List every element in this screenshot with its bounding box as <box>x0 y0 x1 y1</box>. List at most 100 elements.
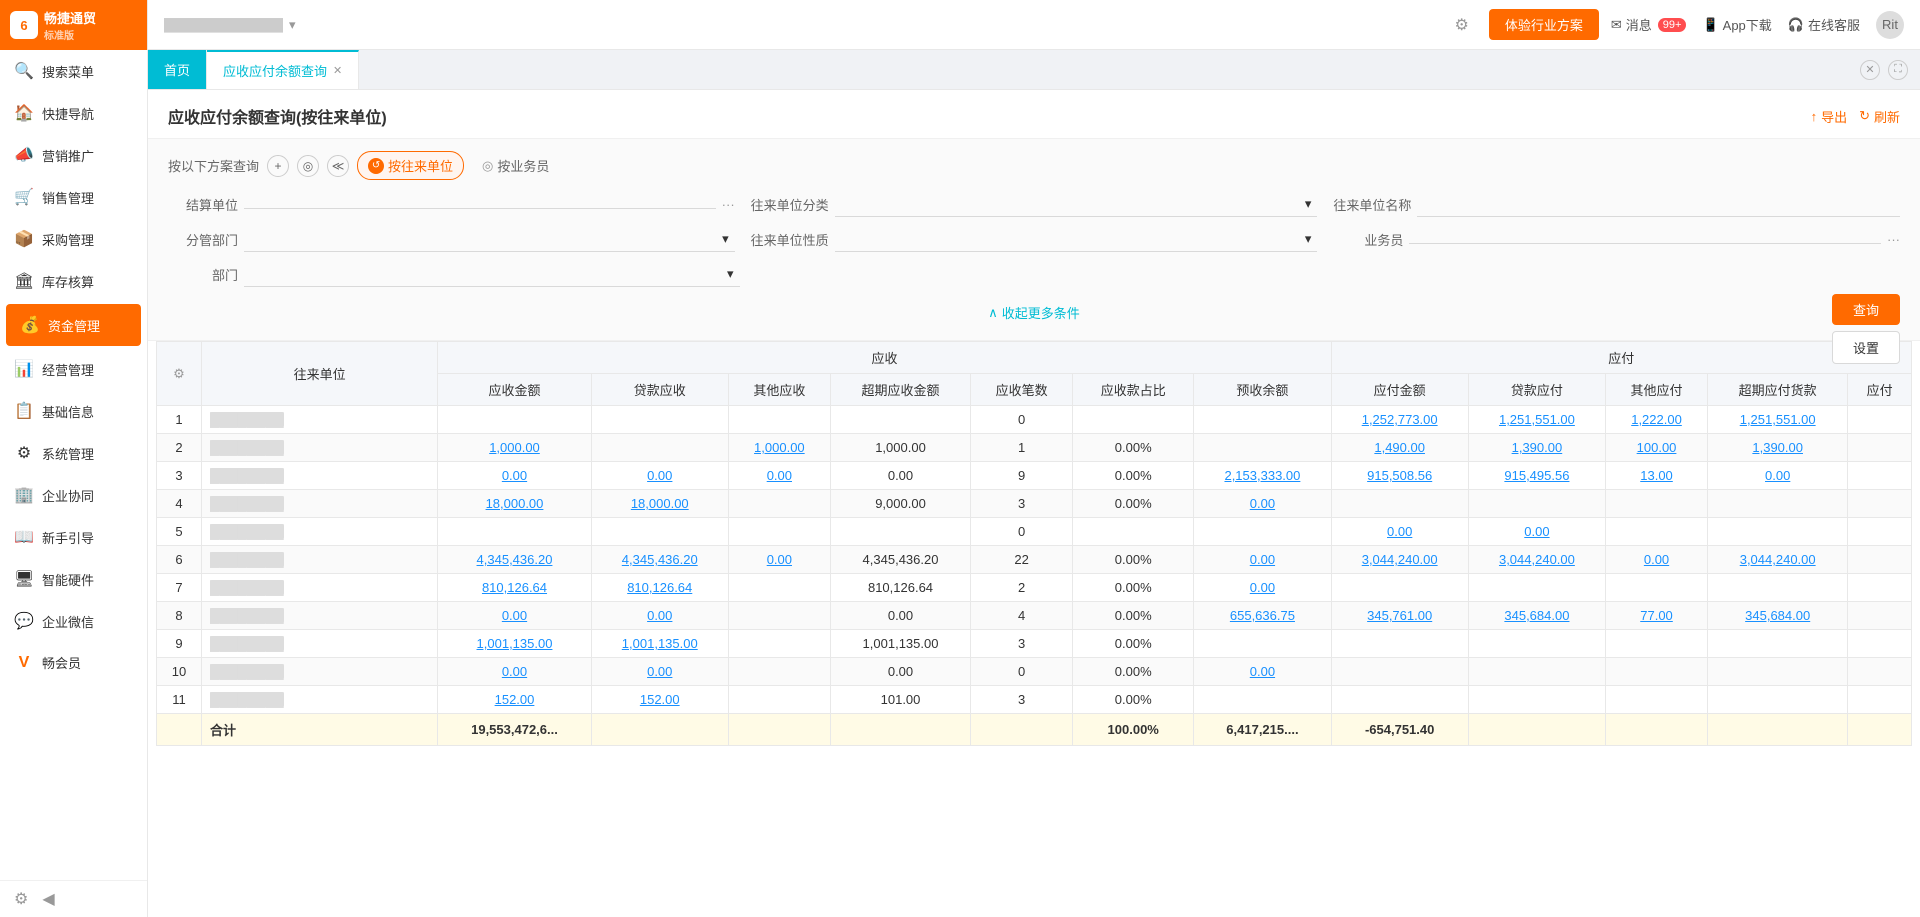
table-cell[interactable]: 1,001,135.00 <box>591 630 728 658</box>
cell-link[interactable]: 1,252,773.00 <box>1362 412 1438 427</box>
table-cell[interactable]: 1,490.00 <box>1331 434 1468 462</box>
table-cell[interactable] <box>1708 518 1848 546</box>
table-cell[interactable] <box>1708 630 1848 658</box>
online-service-action[interactable]: 🎧 在线客服 <box>1788 15 1860 34</box>
export-button[interactable]: ↑ 导出 <box>1811 107 1848 126</box>
table-cell[interactable]: 0.00 <box>438 602 591 630</box>
cell-link[interactable]: 1,222.00 <box>1631 412 1682 427</box>
table-cell[interactable] <box>728 490 830 518</box>
table-cell[interactable] <box>728 518 830 546</box>
cell-link[interactable]: 345,684.00 <box>1504 608 1569 623</box>
table-cell[interactable] <box>1331 574 1468 602</box>
table-cell[interactable] <box>1194 434 1331 462</box>
table-cell[interactable]: 4,345,436.20 <box>591 546 728 574</box>
salesman-input[interactable] <box>1409 235 1881 244</box>
table-cell[interactable] <box>1331 686 1468 714</box>
window-close-button[interactable]: ✕ <box>1860 60 1880 80</box>
refresh-button[interactable]: ↻ 刷新 <box>1859 107 1900 126</box>
cell-link[interactable]: 1,000.00 <box>754 440 805 455</box>
cell-link[interactable]: 345,684.00 <box>1745 608 1810 623</box>
cell-link[interactable]: 0.00 <box>502 608 527 623</box>
table-cell[interactable] <box>1606 490 1708 518</box>
table-cell[interactable]: 0.00 <box>728 462 830 490</box>
table-cell[interactable]: 0.00 <box>1194 658 1331 686</box>
table-cell[interactable] <box>1468 686 1605 714</box>
sidebar-item-wechat[interactable]: 💬 企业微信 <box>0 600 147 642</box>
cell-link[interactable]: 0.00 <box>1387 524 1412 539</box>
table-cell[interactable]: 77.00 <box>1606 602 1708 630</box>
table-cell[interactable]: 1,000.00 <box>728 434 830 462</box>
cell-link[interactable]: 1,001,135.00 <box>477 636 553 651</box>
cell-link[interactable]: 0.00 <box>647 664 672 679</box>
window-maximize-button[interactable]: ⛶ <box>1888 60 1908 80</box>
cell-link[interactable]: 0.00 <box>1765 468 1790 483</box>
table-cell[interactable] <box>438 518 591 546</box>
table-cell[interactable]: 1,390.00 <box>1468 434 1605 462</box>
table-cell[interactable]: 0.00 <box>1708 462 1848 490</box>
solution-button[interactable]: 体验行业方案 <box>1489 9 1599 40</box>
table-cell[interactable] <box>591 406 728 434</box>
cell-link[interactable]: 810,126.64 <box>482 580 547 595</box>
table-cell[interactable]: 1,001,135.00 <box>438 630 591 658</box>
cell-link[interactable]: 18,000.00 <box>631 496 689 511</box>
cell-link[interactable]: 915,508.56 <box>1367 468 1432 483</box>
table-cell[interactable]: 1,000.00 <box>438 434 591 462</box>
company-nature-select[interactable]: ▾ <box>835 227 1318 252</box>
sidebar-item-system[interactable]: ⚙ 系统管理 <box>0 432 147 474</box>
table-cell[interactable] <box>728 658 830 686</box>
table-cell[interactable]: 0.00 <box>1468 518 1605 546</box>
table-cell[interactable]: 1,251,551.00 <box>1468 406 1605 434</box>
cell-link[interactable]: 0.00 <box>647 608 672 623</box>
table-cell[interactable]: 0.00 <box>1194 490 1331 518</box>
cell-link[interactable]: 100.00 <box>1637 440 1677 455</box>
cell-link[interactable]: 0.00 <box>502 664 527 679</box>
sidebar-settings-icon[interactable]: ⚙ <box>14 889 28 909</box>
table-cell[interactable] <box>1606 630 1708 658</box>
table-cell[interactable] <box>1331 490 1468 518</box>
tab-home[interactable]: 首页 <box>148 50 207 89</box>
table-cell[interactable] <box>728 406 830 434</box>
table-cell[interactable]: 0.00 <box>1331 518 1468 546</box>
cell-link[interactable]: 0.00 <box>1250 496 1275 511</box>
dept-manager-select[interactable]: ▾ <box>244 227 735 252</box>
cell-link[interactable]: 1,251,551.00 <box>1740 412 1816 427</box>
table-cell[interactable]: 13.00 <box>1606 462 1708 490</box>
cell-link[interactable]: 0.00 <box>1524 524 1549 539</box>
chevron-down-icon[interactable]: ▾ <box>289 17 296 33</box>
cell-link[interactable]: 1,001,135.00 <box>622 636 698 651</box>
gear-settings-icon[interactable]: ⚙ <box>1455 15 1469 35</box>
cell-link[interactable]: 3,044,240.00 <box>1740 552 1816 567</box>
table-cell[interactable] <box>1606 518 1708 546</box>
table-cell[interactable] <box>1331 630 1468 658</box>
table-cell[interactable]: 0.00 <box>1606 546 1708 574</box>
table-cell[interactable]: 4,345,436.20 <box>438 546 591 574</box>
table-cell[interactable]: 345,761.00 <box>1331 602 1468 630</box>
table-cell[interactable] <box>728 686 830 714</box>
table-cell[interactable]: 810,126.64 <box>591 574 728 602</box>
collapse-button[interactable]: ∧ 收起更多条件 <box>988 303 1080 322</box>
table-cell[interactable] <box>1194 630 1331 658</box>
table-cell[interactable] <box>728 574 830 602</box>
cell-link[interactable]: 1,490.00 <box>1374 440 1425 455</box>
table-cell[interactable] <box>1708 490 1848 518</box>
table-cell[interactable]: 3,044,240.00 <box>1331 546 1468 574</box>
table-cell[interactable]: 2,153,333.00 <box>1194 462 1331 490</box>
table-cell[interactable]: 1,252,773.00 <box>1331 406 1468 434</box>
filter-collapse-button[interactable]: ≪ <box>327 155 349 177</box>
cell-link[interactable]: 4,345,436.20 <box>622 552 698 567</box>
settlement-unit-input[interactable] <box>244 200 716 209</box>
table-cell[interactable]: 100.00 <box>1606 434 1708 462</box>
cell-link[interactable]: 152.00 <box>640 692 680 707</box>
sidebar-item-basic[interactable]: 📋 基础信息 <box>0 390 147 432</box>
table-cell[interactable]: 0.00 <box>591 658 728 686</box>
sidebar-collapse-icon[interactable]: ◀ <box>42 889 54 909</box>
table-cell[interactable] <box>1606 686 1708 714</box>
table-cell[interactable]: 18,000.00 <box>591 490 728 518</box>
cell-link[interactable]: 152.00 <box>495 692 535 707</box>
table-cell[interactable]: 345,684.00 <box>1708 602 1848 630</box>
table-cell[interactable]: 3,044,240.00 <box>1708 546 1848 574</box>
cell-link[interactable]: 345,761.00 <box>1367 608 1432 623</box>
cell-link[interactable]: 655,636.75 <box>1230 608 1295 623</box>
table-cell[interactable] <box>438 406 591 434</box>
table-cell[interactable] <box>1468 490 1605 518</box>
